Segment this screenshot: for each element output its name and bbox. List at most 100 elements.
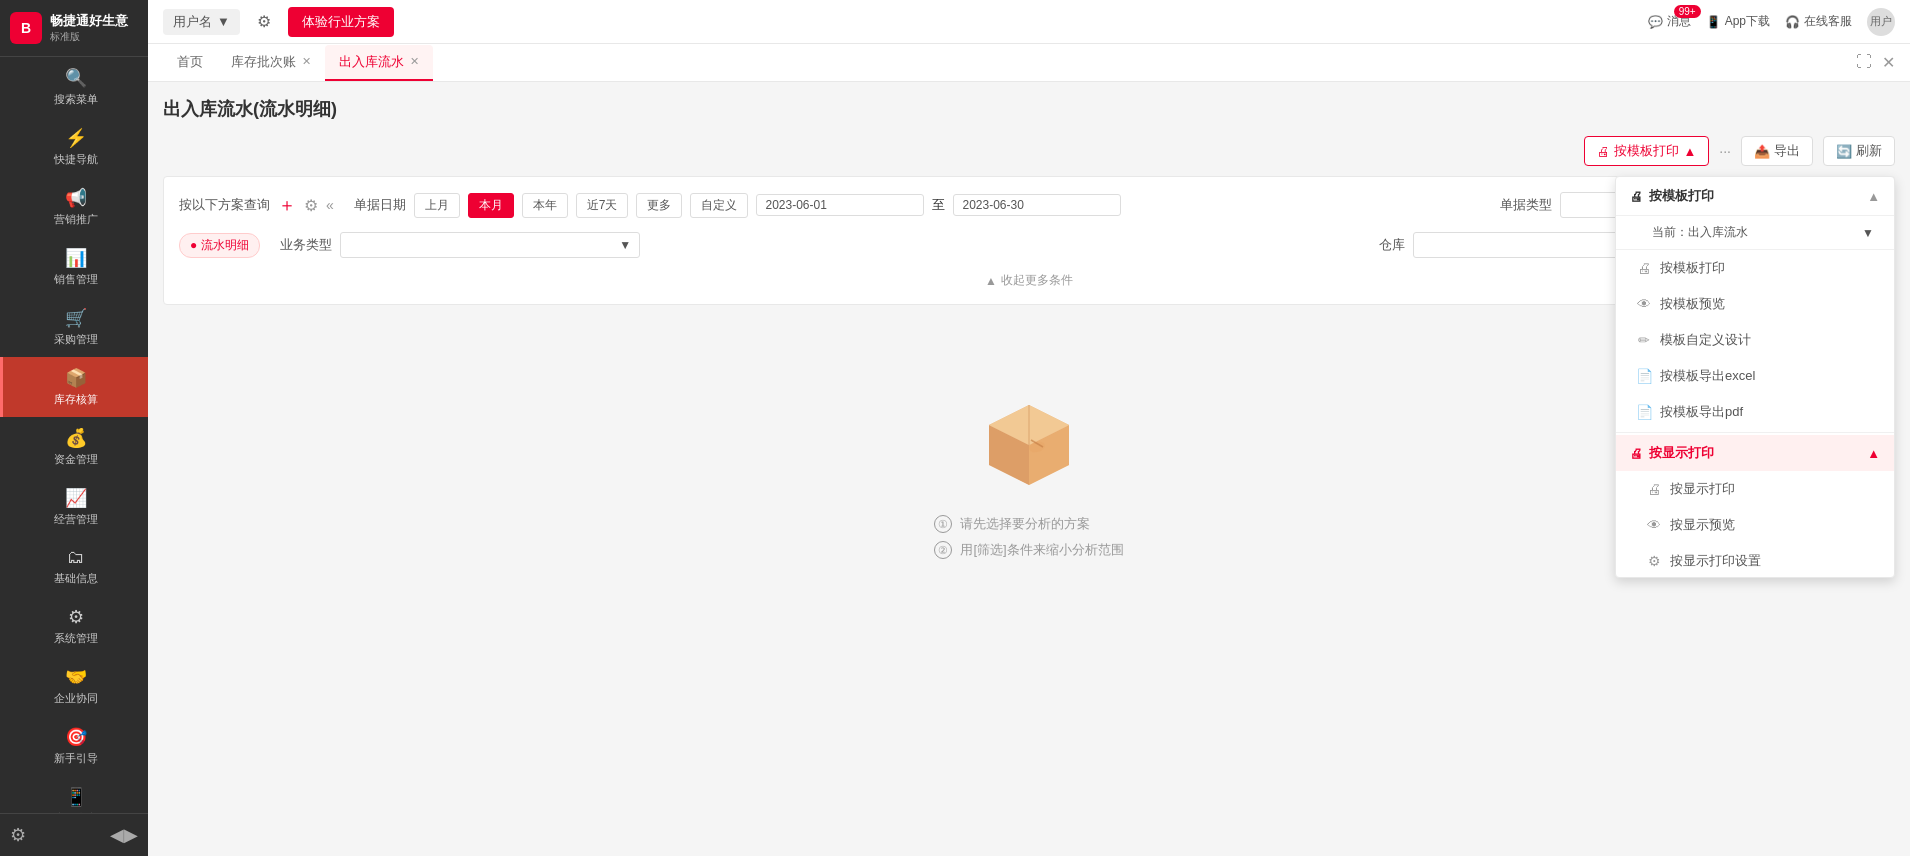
logo-text: 畅捷通好生意 标准版 — [50, 13, 128, 43]
sidebar-settings-icon[interactable]: ⚙ — [10, 824, 26, 846]
page-title: 出入库流水(流水明细) — [163, 97, 1895, 121]
tab-window-controls: ⛶ ✕ — [1856, 53, 1895, 72]
sidebar-item-search[interactable]: 🔍 搜索菜单 — [0, 57, 148, 117]
export-button[interactable]: 📤 导出 — [1741, 136, 1813, 166]
sidebar-item-system[interactable]: ⚙ 系统管理 — [0, 596, 148, 656]
search-icon: 🔍 — [65, 67, 87, 89]
sidebar-item-finance[interactable]: 💰 资金管理 — [0, 417, 148, 477]
current-template-arrow: ▼ — [1862, 226, 1874, 240]
sidebar-item-app-center[interactable]: 📱 应用中心 — [0, 776, 148, 813]
message-button[interactable]: 💬 消息 99+ — [1648, 13, 1691, 30]
dropdown-item-template-excel[interactable]: 📄 按模板导出excel — [1616, 358, 1894, 394]
top-bar-right: 💬 消息 99+ 📱 App下载 🎧 在线客服 用户 — [1648, 8, 1895, 36]
empty-illustration — [979, 395, 1079, 495]
app-download-icon: 📱 — [1706, 15, 1721, 29]
dropdown-title: 🖨 按模板打印 — [1630, 187, 1714, 205]
printer-item-icon: 🖨 — [1636, 260, 1652, 276]
app-logo: B 畅捷通好生意 标准版 — [0, 0, 148, 57]
export-icon: 📤 — [1754, 144, 1770, 159]
tab-batch-account[interactable]: 库存批次账 ✕ — [217, 45, 325, 81]
sidebar-item-operation[interactable]: 📈 经营管理 — [0, 477, 148, 537]
dropdown-item-display-preview[interactable]: 👁 按显示预览 — [1616, 507, 1894, 543]
tag-label: 流水明细 — [201, 237, 249, 254]
dropdown-item-display-print[interactable]: 🖨 按显示打印 — [1616, 471, 1894, 507]
sidebar-item-sales[interactable]: 📊 销售管理 — [0, 237, 148, 297]
sidebar-item-purchase[interactable]: 🛒 采购管理 — [0, 297, 148, 357]
date-end-input[interactable] — [953, 194, 1121, 216]
sidebar-item-guide[interactable]: 🎯 新手引导 — [0, 716, 148, 776]
enterprise-icon: 🤝 — [65, 666, 87, 688]
filter-scheme: 按以下方案查询 ＋ ⚙ « — [179, 193, 334, 217]
date-btn-7days[interactable]: 近7天 — [576, 193, 629, 218]
customer-service-label: 在线客服 — [1804, 13, 1852, 30]
sidebar-item-quick-nav[interactable]: ⚡ 快捷导航 — [0, 117, 148, 177]
user-avatar[interactable]: 用户 — [1867, 8, 1895, 36]
filter-collapse-button[interactable]: « — [326, 197, 334, 213]
filter-business-type-item: 业务类型 ▼ — [280, 232, 640, 258]
warehouse-label: 仓库 — [1379, 236, 1405, 254]
dropdown-item-template-preview[interactable]: 👁 按模板预览 — [1616, 286, 1894, 322]
finance-icon: 💰 — [65, 427, 87, 449]
step-1-number: ① — [934, 515, 952, 533]
add-filter-button[interactable]: ＋ — [278, 193, 296, 217]
dropdown-item-template-print[interactable]: 🖨 按模板打印 — [1616, 250, 1894, 286]
tab-stock-flow[interactable]: 出入库流水 ✕ — [325, 45, 433, 81]
inventory-icon: 📦 — [65, 367, 87, 389]
tab-home-label: 首页 — [177, 53, 203, 71]
date-btn-more[interactable]: 更多 — [636, 193, 682, 218]
customer-service-button[interactable]: 🎧 在线客服 — [1785, 13, 1852, 30]
app-download-button[interactable]: 📱 App下载 — [1706, 13, 1770, 30]
display-settings-icon: ⚙ — [1646, 553, 1662, 569]
dropdown-current-template[interactable]: 当前：出入库流水 ▼ — [1616, 216, 1894, 250]
sales-icon: 📊 — [65, 247, 87, 269]
dropdown-item-template-pdf[interactable]: 📄 按模板导出pdf — [1616, 394, 1894, 430]
excel-item-icon: 📄 — [1636, 368, 1652, 384]
dropdown-item-display-print-settings[interactable]: ⚙ 按显示打印设置 — [1616, 543, 1894, 577]
filter-settings-button[interactable]: ⚙ — [304, 196, 318, 215]
trial-industry-button[interactable]: 体验行业方案 — [288, 7, 394, 37]
tab-batch-account-close[interactable]: ✕ — [302, 55, 311, 68]
date-btn-last-month[interactable]: 上月 — [414, 193, 460, 218]
refresh-button[interactable]: 🔄 刷新 — [1823, 136, 1895, 166]
sidebar: B 畅捷通好生意 标准版 🔍 搜索菜单 ⚡ 快捷导航 📢 营销推广 📊 — [0, 0, 148, 856]
more-actions-icon[interactable]: ··· — [1719, 143, 1731, 159]
guide-icon: 🎯 — [65, 726, 87, 748]
maximize-icon[interactable]: ⛶ — [1856, 53, 1872, 72]
dropdown-collapse-button[interactable]: ▲ — [1867, 189, 1880, 204]
date-btn-this-year[interactable]: 本年 — [522, 193, 568, 218]
date-start-input[interactable] — [756, 194, 924, 216]
doc-type-label: 单据类型 — [1500, 196, 1552, 214]
date-field-label: 单据日期 — [354, 196, 406, 214]
purchase-icon: 🛒 — [65, 307, 87, 329]
tab-stock-flow-label: 出入库流水 — [339, 53, 404, 71]
dropdown-scroll: 🖨 按模板打印 ▲ 当前：出入库流水 ▼ 🖨 — [1616, 177, 1894, 577]
chevron-down-icon: ▼ — [217, 14, 230, 29]
tab-home[interactable]: 首页 — [163, 45, 217, 81]
date-btn-this-month[interactable]: 本月 — [468, 193, 514, 218]
lightning-icon: ⚡ — [65, 127, 87, 149]
business-type-select[interactable]: ▼ — [340, 232, 640, 258]
sidebar-collapse-icon[interactable]: ◀▶ — [110, 824, 138, 846]
sidebar-item-enterprise[interactable]: 🤝 企业协同 — [0, 656, 148, 716]
step-2-number: ② — [934, 541, 952, 559]
empty-step-2: ② 用[筛选]条件来缩小分析范围 — [934, 541, 1123, 559]
filter-tag-item: ● 流水明细 — [179, 233, 260, 258]
dropdown-item-template-custom[interactable]: ✏ 模板自定义设计 — [1616, 322, 1894, 358]
template-print-button[interactable]: 🖨 按模板打印 ▲ — [1584, 136, 1709, 166]
user-selector[interactable]: 用户名 ▼ — [163, 9, 240, 35]
message-icon: 💬 — [1648, 15, 1663, 29]
filter-date-item: 单据日期 上月 本月 本年 近7天 更多 自定义 至 — [354, 193, 1122, 218]
topbar-settings-button[interactable]: ⚙ — [250, 8, 278, 36]
marketing-icon: 📢 — [65, 187, 87, 209]
display-section-header[interactable]: 🖨 按显示打印 ▲ — [1616, 435, 1894, 471]
date-btn-custom[interactable]: 自定义 — [690, 193, 748, 218]
sidebar-item-basic[interactable]: 🗂 基础信息 — [0, 537, 148, 596]
sidebar-item-inventory[interactable]: 📦 库存核算 — [0, 357, 148, 417]
empty-steps: ① 请先选择要分析的方案 ② 用[筛选]条件来缩小分析范围 — [934, 515, 1123, 559]
tab-stock-flow-close[interactable]: ✕ — [410, 55, 419, 68]
close-window-icon[interactable]: ✕ — [1882, 53, 1895, 72]
sidebar-item-marketing[interactable]: 📢 营销推广 — [0, 177, 148, 237]
empty-step-1: ① 请先选择要分析的方案 — [934, 515, 1123, 533]
business-type-label: 业务类型 — [280, 236, 332, 254]
logo-icon: B — [10, 12, 42, 44]
